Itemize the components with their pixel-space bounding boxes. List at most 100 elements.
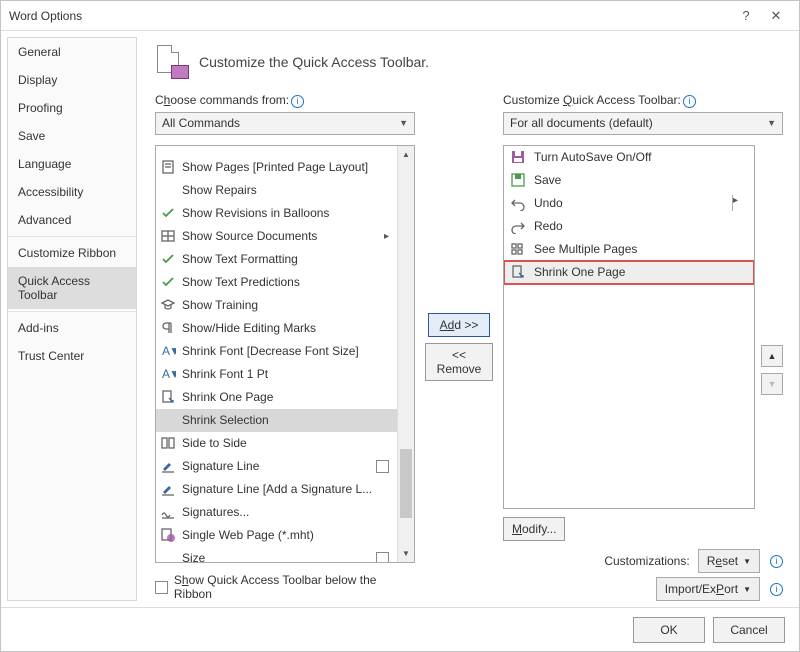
blank-icon xyxy=(160,550,176,562)
sidebar-item-save[interactable]: Save xyxy=(8,122,136,150)
sidebar-item-quick-access-toolbar[interactable]: Quick Access Toolbar xyxy=(8,267,136,309)
info-icon[interactable]: i xyxy=(770,583,783,596)
help-icon[interactable]: ? xyxy=(731,8,761,23)
info-icon[interactable]: i xyxy=(683,95,696,108)
svg-text:▼: ▼ xyxy=(169,367,176,381)
command-item[interactable]: Show Pages [Printed Page Layout] xyxy=(156,156,397,179)
command-label: Show Text Formatting xyxy=(182,252,298,266)
show-below-ribbon-label: Show Quick Access Toolbar below the Ribb… xyxy=(174,573,415,601)
check-icon xyxy=(160,274,176,290)
title-bar: Word Options ? ✕ xyxy=(1,1,799,31)
page-icon xyxy=(160,159,176,175)
ok-button[interactable]: OK xyxy=(633,617,705,643)
page-title: Customize the Quick Access Toolbar. xyxy=(199,54,429,70)
choose-commands-label: Choose commands from:i xyxy=(155,93,415,108)
command-item[interactable]: Side to Side xyxy=(156,432,397,455)
blank-icon xyxy=(160,412,176,428)
qat-item[interactable]: Turn AutoSave On/Off xyxy=(504,146,754,169)
shrinkpage-icon xyxy=(510,264,526,280)
command-label: Size xyxy=(182,551,205,562)
qat-item[interactable]: Undo xyxy=(504,192,754,215)
sidebar-item-accessibility[interactable]: Accessibility xyxy=(8,178,136,206)
command-label: Shrink Selection xyxy=(182,413,269,427)
customize-qat-icon xyxy=(155,45,189,79)
choose-commands-dropdown[interactable]: All Commands▼ xyxy=(155,112,415,135)
scroll-down-icon[interactable]: ▼ xyxy=(398,545,414,562)
sidebar-item-language[interactable]: Language xyxy=(8,150,136,178)
sidebar-item-display[interactable]: Display xyxy=(8,66,136,94)
webpage-icon xyxy=(160,527,176,543)
chevron-down-icon: ▼ xyxy=(399,118,408,128)
command-item[interactable]: Size xyxy=(156,547,397,563)
command-item[interactable]: Show Text Predictions xyxy=(156,271,397,294)
reset-dropdown-button[interactable]: Reset▼ xyxy=(698,549,760,573)
command-item[interactable]: Show Training xyxy=(156,294,397,317)
command-item[interactable]: Show Repairs xyxy=(156,179,397,202)
sidebar-item-trust-center[interactable]: Trust Center xyxy=(8,342,136,370)
command-item[interactable]: Shrink One Page xyxy=(156,386,397,409)
command-item[interactable]: Show Source Documents xyxy=(156,225,397,248)
shrinkpage-icon xyxy=(160,389,176,405)
command-item[interactable]: A▼Shrink Font 1 Pt xyxy=(156,363,397,386)
chevron-down-icon: ▼ xyxy=(767,118,776,128)
word-options-dialog: Word Options ? ✕ GeneralDisplayProofingS… xyxy=(0,0,800,652)
command-item[interactable]: Show Text Formatting xyxy=(156,248,397,271)
command-label: Signature Line xyxy=(182,459,259,473)
info-icon[interactable]: i xyxy=(291,95,304,108)
qat-item[interactable]: Redo xyxy=(504,215,754,238)
show-below-ribbon-checkbox[interactable] xyxy=(155,581,168,594)
qat-item[interactable]: See Multiple Pages xyxy=(504,238,754,261)
command-label: Side to Side xyxy=(182,436,247,450)
command-label: Signatures... xyxy=(182,505,249,519)
command-label: Show Training xyxy=(182,298,258,312)
command-label: Shrink Font 1 Pt xyxy=(182,367,268,381)
savefl-icon xyxy=(510,172,526,188)
undo-icon xyxy=(510,195,526,211)
sidebar-item-advanced[interactable]: Advanced xyxy=(8,206,136,234)
qat-scope-dropdown[interactable]: For all documents (default)▼ xyxy=(503,112,783,135)
sidebar-item-customize-ribbon[interactable]: Customize Ribbon xyxy=(8,239,136,267)
command-item[interactable]: Signatures... xyxy=(156,501,397,524)
command-item[interactable]: A▼Shrink Font [Decrease Font Size] xyxy=(156,340,397,363)
category-sidebar: GeneralDisplayProofingSaveLanguageAccess… xyxy=(7,37,137,601)
check-icon xyxy=(160,205,176,221)
command-label: Signature Line [Add a Signature L... xyxy=(182,482,372,496)
window-title: Word Options xyxy=(9,9,731,23)
command-item[interactable]: Signature Line [Add a Signature L... xyxy=(156,478,397,501)
customizations-label: Customizations: xyxy=(604,554,689,568)
sidebar-item-general[interactable]: General xyxy=(8,38,136,66)
import-export-dropdown-button[interactable]: Import/ExPort▼ xyxy=(656,577,760,601)
remove-button[interactable]: << Remove xyxy=(425,343,493,381)
command-label: Shrink Font [Decrease Font Size] xyxy=(182,344,359,358)
customize-qat-label: Customize Quick Access Toolbar:i xyxy=(503,93,783,108)
add-button[interactable]: Add >> xyxy=(428,313,490,337)
command-item[interactable]: Show/Hide Editing Marks xyxy=(156,317,397,340)
command-item[interactable]: Shrink Selection xyxy=(156,409,397,432)
scroll-up-icon[interactable]: ▲ xyxy=(398,146,414,163)
qat-item-label: Turn AutoSave On/Off xyxy=(534,150,651,164)
command-item[interactable]: Show Revisions in Balloons xyxy=(156,202,397,225)
close-icon[interactable]: ✕ xyxy=(761,8,791,24)
hat-icon xyxy=(160,297,176,313)
move-down-button[interactable]: ▼ xyxy=(761,373,783,395)
sidebar-item-proofing[interactable]: Proofing xyxy=(8,94,136,122)
command-label: Show Source Documents xyxy=(182,229,317,243)
info-icon[interactable]: i xyxy=(770,555,783,568)
cancel-button[interactable]: Cancel xyxy=(713,617,785,643)
chevron-down-icon: ▼ xyxy=(743,557,751,566)
qat-item[interactable]: Shrink One Page xyxy=(504,261,754,284)
qat-item[interactable]: Save xyxy=(504,169,754,192)
scrollbar[interactable]: ▲ ▼ xyxy=(397,146,414,563)
qat-item-label: See Multiple Pages xyxy=(534,242,637,256)
modify-button[interactable]: Modify... xyxy=(503,517,565,541)
available-commands-listbox[interactable]: Show Pages [Printed Page Layout]Show Rep… xyxy=(155,145,415,564)
sigplain-icon xyxy=(160,504,176,520)
qat-commands-listbox[interactable]: Turn AutoSave On/Off SaveUndoRedo See Mult… xyxy=(503,145,755,510)
command-item[interactable]: Single Web Page (*.mht) xyxy=(156,524,397,547)
command-item[interactable]: Signature Line xyxy=(156,455,397,478)
dialog-footer: OK Cancel xyxy=(1,607,799,651)
move-up-button[interactable]: ▲ xyxy=(761,345,783,367)
sidebar-item-add-ins[interactable]: Add-ins xyxy=(8,314,136,342)
multi-icon xyxy=(510,241,526,257)
sidebyside-icon xyxy=(160,435,176,451)
